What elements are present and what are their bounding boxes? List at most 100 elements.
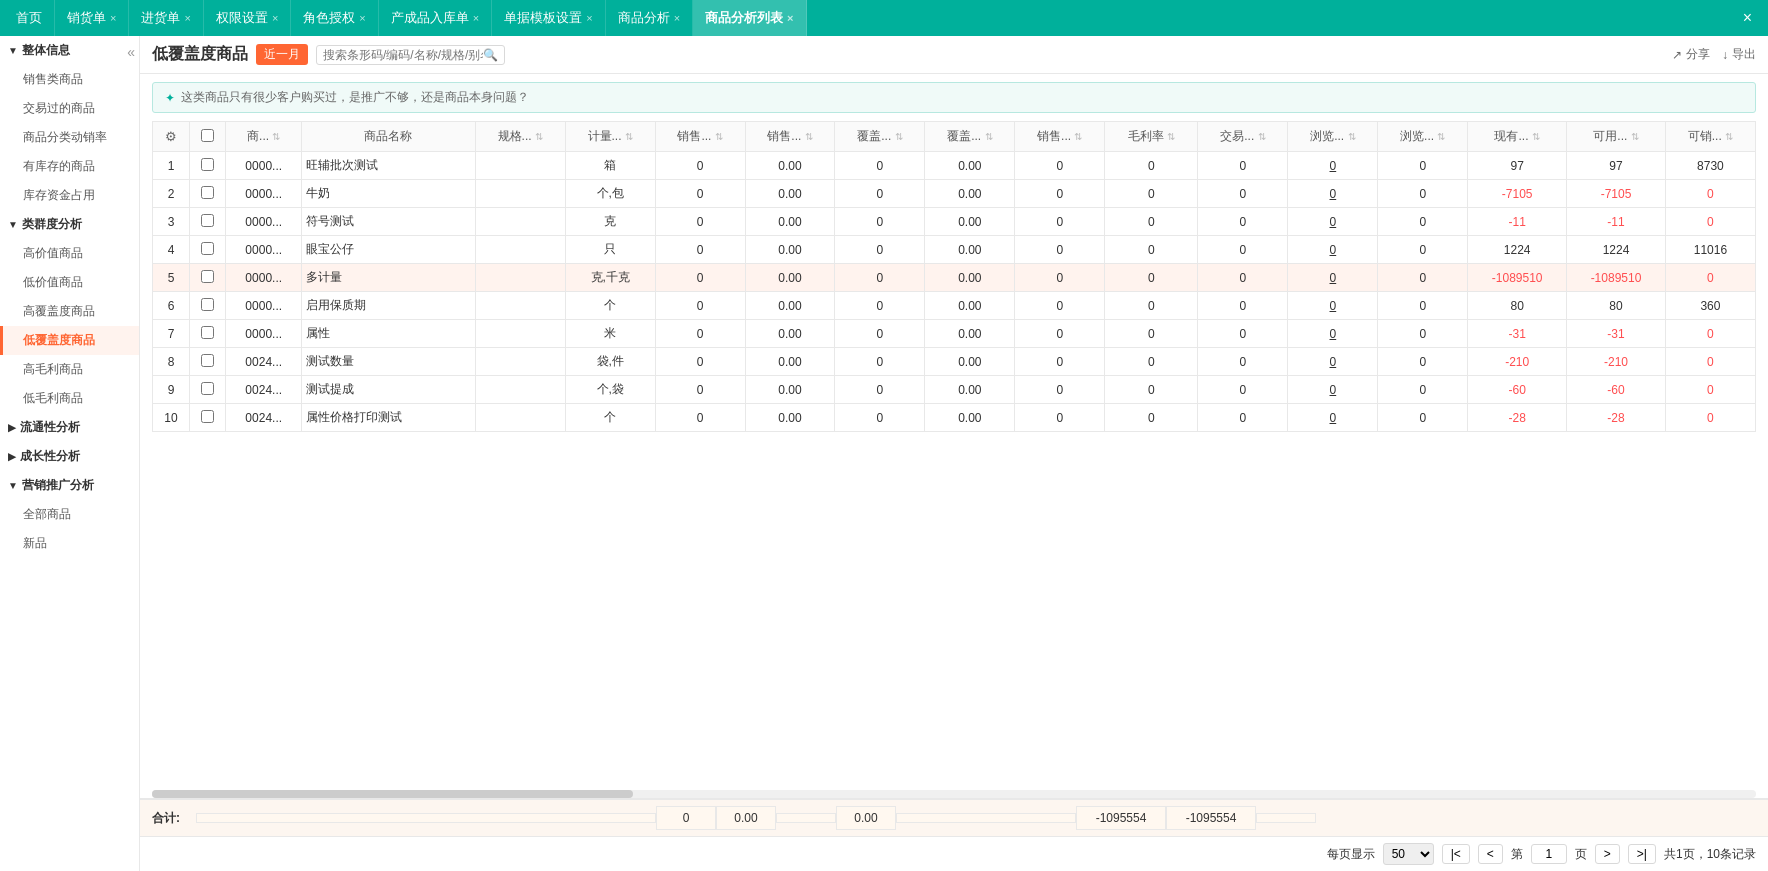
col-cover1[interactable]: 覆盖... ⇅ <box>835 122 925 152</box>
nav-purchase[interactable]: 进货单 × <box>129 0 203 36</box>
cell-browse1[interactable]: 0 <box>1288 376 1378 404</box>
sidebar-item-all-goods[interactable]: 全部商品 <box>0 500 139 529</box>
col-code[interactable]: 商... ⇅ <box>226 122 302 152</box>
horizontal-scrollbar[interactable] <box>152 790 1756 798</box>
first-page-button[interactable]: |< <box>1442 844 1470 864</box>
sidebar-item-high-value[interactable]: 高价值商品 <box>0 239 139 268</box>
row-checkbox[interactable] <box>201 214 214 227</box>
nav-template-close[interactable]: × <box>586 12 592 24</box>
sidebar-item-category-rate[interactable]: 商品分类动销率 <box>0 123 139 152</box>
nav-product-analysis-close[interactable]: × <box>674 12 680 24</box>
next-page-button[interactable]: > <box>1595 844 1620 864</box>
nav-sales[interactable]: 销货单 × <box>55 0 129 36</box>
cell-checkbox[interactable] <box>190 404 226 432</box>
nav-product-entry-close[interactable]: × <box>473 12 479 24</box>
browse-link[interactable]: 0 <box>1330 411 1337 425</box>
browse-link[interactable]: 0 <box>1330 355 1337 369</box>
cell-browse1[interactable]: 0 <box>1288 320 1378 348</box>
browse-link[interactable]: 0 <box>1330 243 1337 257</box>
cell-browse1[interactable]: 0 <box>1288 404 1378 432</box>
cell-checkbox[interactable] <box>190 292 226 320</box>
nav-sales-close[interactable]: × <box>110 12 116 24</box>
cell-browse1[interactable]: 0 <box>1288 152 1378 180</box>
browse-link[interactable]: 0 <box>1330 187 1337 201</box>
sidebar-item-new-goods[interactable]: 新品 <box>0 529 139 558</box>
row-checkbox[interactable] <box>201 354 214 367</box>
nav-purchase-close[interactable]: × <box>184 12 190 24</box>
col-sales1[interactable]: 销售... ⇅ <box>655 122 745 152</box>
col-saleable[interactable]: 可销... ⇅ <box>1665 122 1755 152</box>
sidebar-item-low-coverage[interactable]: 低覆盖度商品 <box>0 326 139 355</box>
col-stock1[interactable]: 现有... ⇅ <box>1468 122 1567 152</box>
col-browse1[interactable]: 浏览... ⇅ <box>1288 122 1378 152</box>
page-number-input[interactable] <box>1531 844 1567 864</box>
row-checkbox[interactable] <box>201 410 214 423</box>
col-cover2[interactable]: 覆盖... ⇅ <box>925 122 1015 152</box>
cell-checkbox[interactable] <box>190 180 226 208</box>
cell-browse1[interactable]: 0 <box>1288 236 1378 264</box>
browse-link[interactable]: 0 <box>1330 383 1337 397</box>
nav-role-auth-close[interactable]: × <box>359 12 365 24</box>
nav-role-auth[interactable]: 角色授权 × <box>291 0 378 36</box>
cell-browse1[interactable]: 0 <box>1288 348 1378 376</box>
select-all-checkbox[interactable] <box>201 129 214 142</box>
sidebar-group-circulation[interactable]: ▶ 流通性分析 <box>0 413 139 442</box>
col-spec[interactable]: 规格... ⇅ <box>475 122 565 152</box>
nav-template[interactable]: 单据模板设置 × <box>492 0 605 36</box>
cell-browse1[interactable]: 0 <box>1288 180 1378 208</box>
browse-link[interactable]: 0 <box>1330 271 1337 285</box>
col-margin[interactable]: 毛利率 ⇅ <box>1105 122 1198 152</box>
time-filter-button[interactable]: 近一月 <box>256 44 308 65</box>
cell-checkbox[interactable] <box>190 376 226 404</box>
sidebar-group-growth[interactable]: ▶ 成长性分析 <box>0 442 139 471</box>
sidebar-item-sales-goods[interactable]: 销售类商品 <box>0 65 139 94</box>
sidebar-item-stocked-goods[interactable]: 有库存的商品 <box>0 152 139 181</box>
col-browse2[interactable]: 浏览... ⇅ <box>1378 122 1468 152</box>
search-input[interactable] <box>323 48 483 62</box>
col-stock2[interactable]: 可用... ⇅ <box>1567 122 1666 152</box>
browse-link[interactable]: 0 <box>1330 299 1337 313</box>
sidebar-group-cluster[interactable]: ▼ 类群度分析 <box>0 210 139 239</box>
col-sales2[interactable]: 销售... ⇅ <box>745 122 835 152</box>
sidebar-item-traded-goods[interactable]: 交易过的商品 <box>0 94 139 123</box>
nav-product-entry[interactable]: 产成品入库单 × <box>379 0 492 36</box>
cell-checkbox[interactable] <box>190 264 226 292</box>
row-checkbox[interactable] <box>201 158 214 171</box>
cell-checkbox[interactable] <box>190 320 226 348</box>
browse-link[interactable]: 0 <box>1330 327 1337 341</box>
nav-product-analysis-list-close[interactable]: × <box>787 12 793 24</box>
browse-link[interactable]: 0 <box>1330 159 1337 173</box>
cell-checkbox[interactable] <box>190 348 226 376</box>
sidebar-item-capital-usage[interactable]: 库存资金占用 <box>0 181 139 210</box>
cell-browse1[interactable]: 0 <box>1288 264 1378 292</box>
scrollbar-thumb[interactable] <box>152 790 633 798</box>
search-icon[interactable]: 🔍 <box>483 48 498 62</box>
sidebar-item-low-margin[interactable]: 低毛利商品 <box>0 384 139 413</box>
sidebar-group-marketing[interactable]: ▼ 营销推广分析 <box>0 471 139 500</box>
row-checkbox[interactable] <box>201 242 214 255</box>
cell-checkbox[interactable] <box>190 152 226 180</box>
col-trans[interactable]: 交易... ⇅ <box>1198 122 1288 152</box>
col-unit[interactable]: 计量... ⇅ <box>565 122 655 152</box>
row-checkbox[interactable] <box>201 326 214 339</box>
share-button[interactable]: ↗ 分享 <box>1672 46 1710 63</box>
close-all-button[interactable]: × <box>1731 9 1764 27</box>
gear-icon[interactable]: ⚙ <box>165 129 177 144</box>
nav-home[interactable]: 首页 <box>4 0 55 36</box>
nav-product-analysis[interactable]: 商品分析 × <box>606 0 693 36</box>
per-page-select[interactable]: 50 100 200 <box>1383 843 1434 865</box>
nav-permissions-close[interactable]: × <box>272 12 278 24</box>
row-checkbox[interactable] <box>201 186 214 199</box>
sidebar-group-overall[interactable]: ▼ 整体信息 <box>0 36 139 65</box>
nav-permissions[interactable]: 权限设置 × <box>204 0 291 36</box>
table-area[interactable]: ⚙ 商... ⇅ 商品名称 规格... ⇅ 计量... ⇅ 销售... ⇅ 销售… <box>140 121 1768 790</box>
cell-browse1[interactable]: 0 <box>1288 292 1378 320</box>
browse-link[interactable]: 0 <box>1330 215 1337 229</box>
col-sales3[interactable]: 销售... ⇅ <box>1015 122 1105 152</box>
nav-product-analysis-list[interactable]: 商品分析列表 × <box>693 0 806 36</box>
col-gear[interactable]: ⚙ <box>153 122 190 152</box>
row-checkbox[interactable] <box>201 382 214 395</box>
sidebar-item-low-value[interactable]: 低价值商品 <box>0 268 139 297</box>
row-checkbox[interactable] <box>201 298 214 311</box>
row-checkbox[interactable] <box>201 270 214 283</box>
